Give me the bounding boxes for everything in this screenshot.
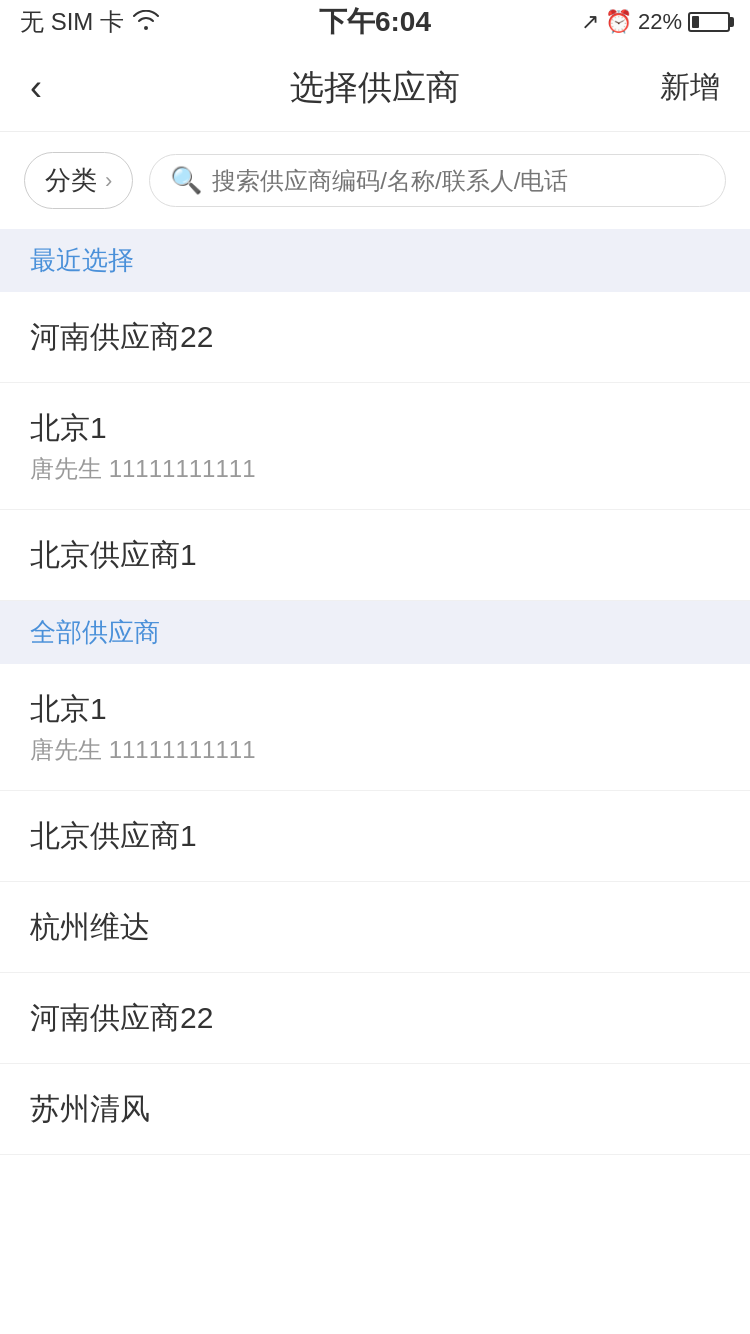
new-button[interactable]: 新增 (660, 67, 720, 108)
item-name: 北京1 (30, 407, 720, 449)
item-sub: 唐先生 11111111111 (30, 453, 720, 485)
recent-list-item[interactable]: 河南供应商22 (0, 292, 750, 383)
item-name: 北京1 (30, 688, 720, 730)
back-button[interactable]: ‹ (30, 67, 90, 109)
alarm-icon: ⏰ (605, 9, 632, 35)
battery-percent: 22% (638, 9, 682, 35)
item-name: 杭州维达 (30, 906, 720, 948)
item-name: 河南供应商22 (30, 316, 720, 358)
all-items-list: 北京1 唐先生 11111111111 北京供应商1 杭州维达河南供应商22 苏州清风 (0, 664, 750, 1155)
filter-bar: 分类 › 🔍 (0, 132, 750, 229)
search-box: 🔍 (149, 154, 726, 207)
all-list-item[interactable]: 苏州清风 (0, 1064, 750, 1155)
all-section-label: 全部供应商 (30, 617, 160, 647)
status-time: 下午6:04 (319, 3, 431, 41)
status-left: 无 SIM 卡 (20, 6, 160, 38)
item-name: 北京供应商1 (30, 534, 720, 576)
item-name: 北京供应商1 (30, 815, 720, 857)
nav-title: 选择供应商 (290, 65, 460, 111)
recent-list-item[interactable]: 北京供应商1 (0, 510, 750, 601)
all-list-item[interactable]: 北京1 唐先生 11111111111 (0, 664, 750, 791)
recent-section-header: 最近选择 (0, 229, 750, 292)
all-list-item[interactable]: 北京供应商1 (0, 791, 750, 882)
category-label: 分类 (45, 163, 97, 198)
wifi-icon (132, 8, 160, 36)
recent-list-item[interactable]: 北京1 唐先生 11111111111 (0, 383, 750, 510)
recent-section-label: 最近选择 (30, 245, 134, 275)
item-name: 苏州清风 (30, 1088, 720, 1130)
search-input[interactable] (212, 167, 705, 195)
all-list-item[interactable]: 杭州维达 (0, 882, 750, 973)
nav-bar: ‹ 选择供应商 新增 (0, 44, 750, 132)
no-sim-label: 无 SIM 卡 (20, 6, 124, 38)
location-icon: ↗ (581, 9, 599, 35)
recent-items-list: 河南供应商22 北京1 唐先生 11111111111 北京供应商1 (0, 292, 750, 601)
search-icon: 🔍 (170, 165, 202, 196)
item-sub: 唐先生 11111111111 (30, 734, 720, 766)
all-list-item[interactable]: 河南供应商22 (0, 973, 750, 1064)
item-name: 河南供应商22 (30, 997, 720, 1039)
status-bar: 无 SIM 卡 下午6:04 ↗ ⏰ 22% (0, 0, 750, 44)
chevron-right-icon: › (105, 168, 112, 194)
category-button[interactable]: 分类 › (24, 152, 133, 209)
battery-icon (688, 12, 730, 32)
all-section-header: 全部供应商 (0, 601, 750, 664)
status-right: ↗ ⏰ 22% (581, 9, 730, 35)
